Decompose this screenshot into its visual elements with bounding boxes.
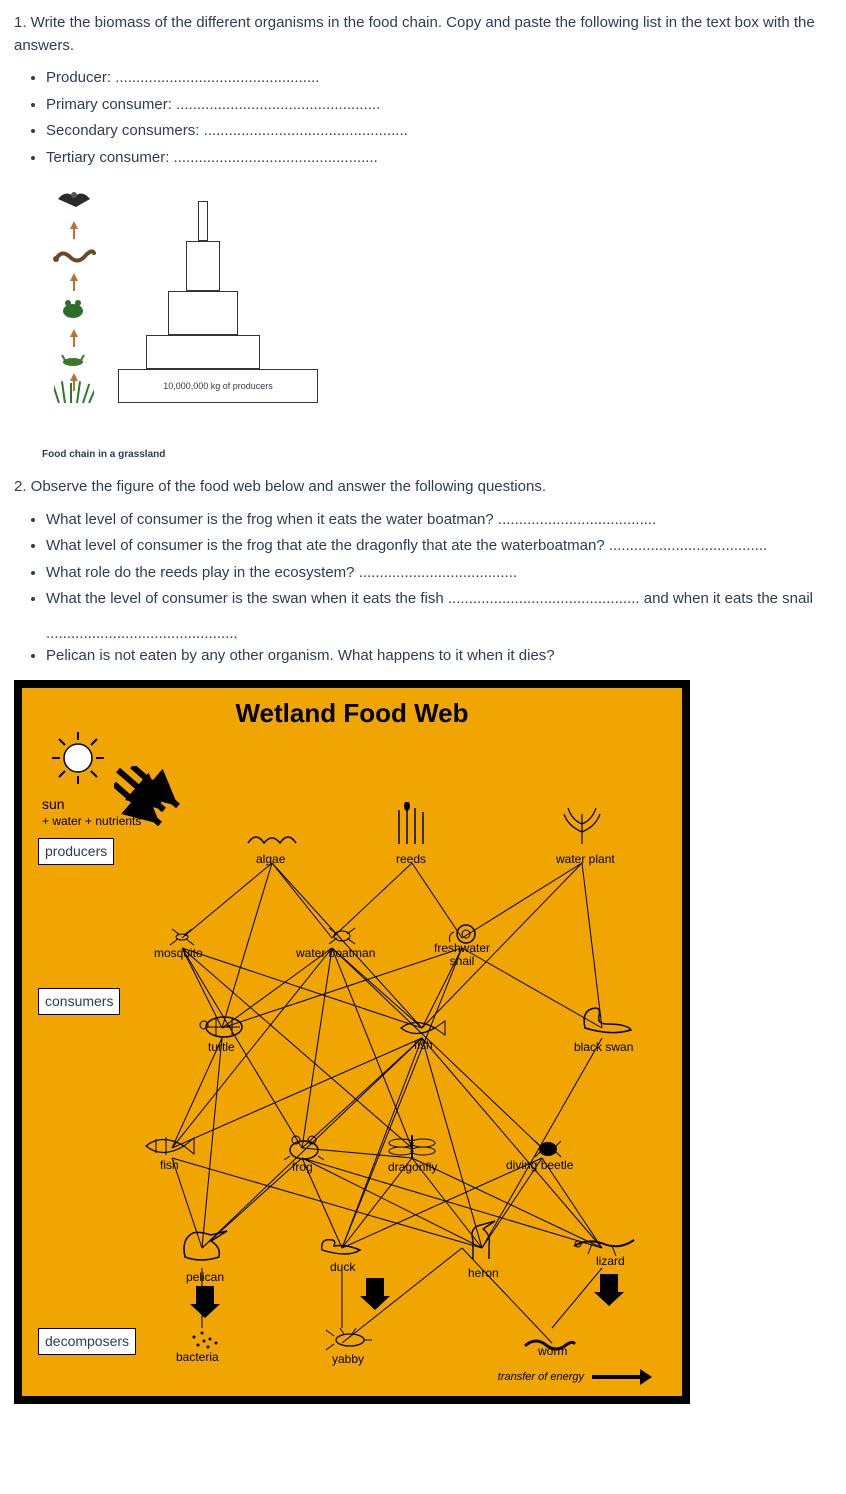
wetland-title: Wetland Food Web — [22, 694, 682, 733]
grass-icon — [54, 381, 94, 403]
swan-icon — [566, 996, 646, 1036]
label-swan: black swan — [574, 1038, 633, 1056]
question-1: 1. Write the biomass of the different or… — [14, 12, 832, 462]
down-arrow-icon — [196, 1286, 214, 1304]
arrow-icon — [70, 273, 78, 281]
q2-item-3: What role do the reeds play in the ecosy… — [46, 562, 832, 585]
label-snail: freshwater snail — [434, 942, 490, 968]
label-worm: worm — [538, 1342, 567, 1360]
q1-item-primary: Primary consumer: ......................… — [46, 94, 832, 117]
arrow-icon — [70, 221, 78, 229]
label-turtle: turtle — [208, 1038, 235, 1056]
eagle-icon — [56, 187, 92, 219]
pyramid-step-3 — [168, 291, 238, 335]
q2-item-4b: ........................................… — [46, 623, 832, 646]
label-duck: duck — [330, 1258, 355, 1276]
arrow-icon — [70, 329, 78, 337]
label-lizard: lizard — [596, 1252, 625, 1270]
q1-prompt: 1. Write the biomass of the different or… — [14, 12, 832, 57]
label-pelican: pelican — [186, 1268, 224, 1286]
q1-list: Producer: ..............................… — [14, 67, 832, 169]
label-fish-low: fish — [160, 1156, 179, 1174]
snake-icon — [52, 243, 96, 271]
reeds-icon — [382, 804, 442, 844]
q2-item-4: What the level of consumer is the swan w… — [46, 588, 832, 611]
pelican-icon — [168, 1212, 238, 1268]
label-reeds: reeds — [396, 850, 426, 868]
q1-item-tertiary: Tertiary consumer: .....................… — [46, 147, 832, 170]
pyramid-step-2 — [146, 335, 260, 369]
label-inputs: + water + nutrients — [42, 812, 141, 830]
q2-list-2: Pelican is not eaten by any other organi… — [14, 645, 832, 668]
energy-legend: transfer of energy — [498, 1369, 642, 1386]
q1-item-secondary: Secondary consumers: ...................… — [46, 120, 832, 143]
label-dragonfly: dragonfly — [388, 1158, 437, 1176]
pyramid-antenna — [198, 201, 208, 241]
question-2: 2. Observe the figure of the food web be… — [14, 476, 832, 1404]
energy-arrow-icon — [592, 1375, 642, 1379]
label-water-boatman: water boatman — [296, 944, 375, 962]
figure-grassland: 10,000,000 kg of producers — [38, 181, 338, 441]
label-beetle: diving beetle — [506, 1156, 573, 1174]
q2-item-1: What level of consumer is the frog when … — [46, 509, 832, 532]
label-consumers: consumers — [38, 988, 120, 1015]
label-decomposers: decomposers — [38, 1328, 136, 1355]
q1-item-producer: Producer: ..............................… — [46, 67, 832, 90]
q2-item-5: Pelican is not eaten by any other organi… — [46, 645, 832, 668]
q2-list: What level of consumer is the frog when … — [14, 509, 832, 611]
frog-small-icon — [58, 295, 88, 327]
heron-icon — [452, 1212, 512, 1266]
arrow-stem — [73, 281, 75, 291]
label-mosquito: mosquito — [154, 944, 203, 962]
figure-caption: Food chain in a grassland — [42, 447, 832, 462]
q2-prompt: 2. Observe the figure of the food web be… — [14, 476, 832, 499]
sun-icon — [50, 730, 106, 786]
pyramid-base-label: 10,000,000 kg of producers — [119, 380, 317, 394]
water-plant-icon — [552, 804, 612, 844]
label-algae: algae — [256, 850, 285, 868]
arrow-stem — [73, 337, 75, 347]
label-fish-mid: fish — [414, 1036, 433, 1054]
label-water-plant: water plant — [556, 850, 615, 868]
label-yabby: yabby — [332, 1350, 364, 1368]
label-frog: frog — [292, 1158, 313, 1176]
figure-wetland: Wetland Food Web sun + water + nutrients — [14, 680, 690, 1404]
down-arrow-icon — [600, 1274, 618, 1292]
down-arrow-icon — [366, 1278, 384, 1296]
arrow-icon — [70, 373, 78, 381]
label-producers: producers — [38, 838, 114, 865]
pyramid-step-1: 10,000,000 kg of producers — [118, 369, 318, 403]
q2-item-2: What level of consumer is the frog that … — [46, 535, 832, 558]
arrow-stem — [73, 229, 75, 239]
label-bacteria: bacteria — [176, 1348, 219, 1366]
pyramid-step-4 — [186, 241, 220, 291]
energy-text: transfer of energy — [498, 1369, 584, 1386]
label-heron: heron — [468, 1264, 499, 1282]
grasshopper-icon — [60, 351, 86, 375]
